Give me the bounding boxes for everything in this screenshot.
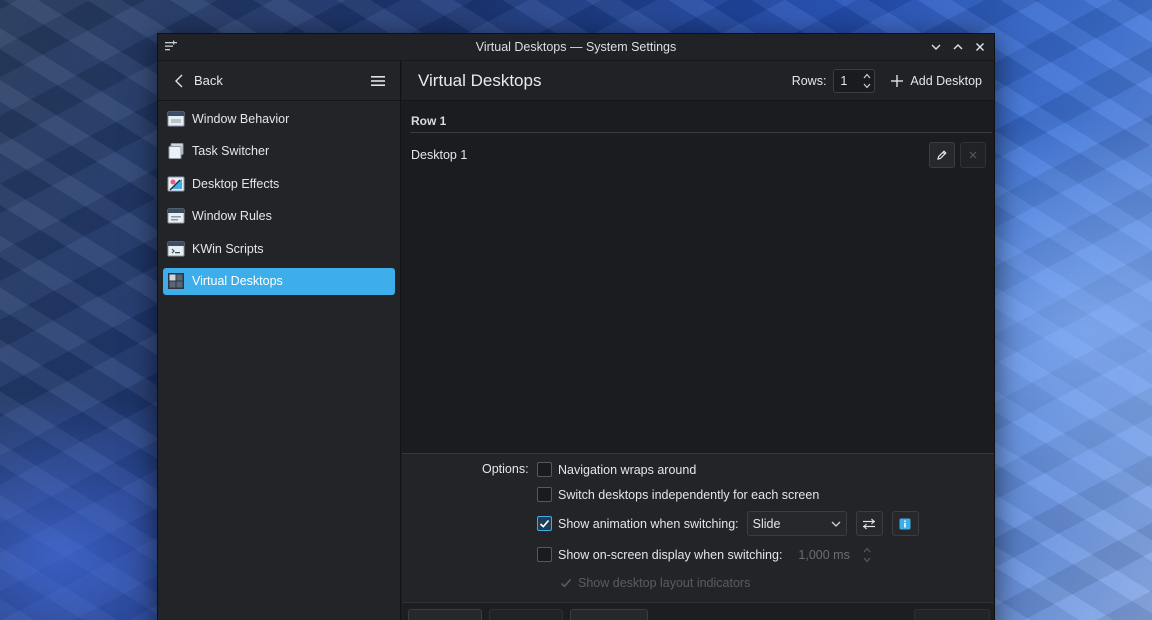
chevron-left-icon [175,74,183,87]
animation-settings-button[interactable] [855,511,883,536]
chevron-down-icon [831,521,841,527]
sliders-icon [863,518,876,529]
sidebar-item-label: Task Switcher [192,144,270,158]
rename-desktop-button[interactable] [929,142,955,168]
show-animation-checkbox[interactable] [537,516,552,531]
row-header: Row 1 [411,114,447,128]
close-button[interactable] [970,37,990,57]
nav-wraps-option[interactable]: Navigation wraps around [537,462,696,477]
options-label: Options: [482,462,529,476]
osd-duration-value: 1,000 ms [798,547,850,562]
window-behavior-icon [167,111,185,126]
spin-down-icon[interactable] [862,555,872,565]
rows-value: 1 [840,73,848,88]
reset-button[interactable] [570,609,648,620]
help-button[interactable] [408,609,482,620]
desktop-row[interactable]: Desktop 1 [411,141,986,169]
options-panel: Options: Navigation wraps around Switch … [402,453,994,620]
footer-bar [402,602,994,620]
checkmark-icon [560,578,572,588]
spin-down-icon[interactable] [862,81,872,91]
show-layout-indicators-label: Show desktop layout indicators [578,576,751,590]
show-animation-option[interactable]: Show animation when switching: Slide [537,511,919,536]
show-osd-checkbox[interactable] [537,547,552,562]
pencil-icon [937,150,947,160]
sidebar-item-kwin-scripts[interactable]: KWin Scripts [163,235,395,262]
osd-duration-spinbox[interactable]: 1,000 ms [792,545,872,565]
page-title: Virtual Desktops [418,70,542,90]
virtual-desktops-icon [168,273,184,289]
animation-info-button[interactable] [891,511,919,536]
remove-desktop-button[interactable] [960,142,986,168]
minimize-button[interactable] [926,37,946,57]
title-bar[interactable]: Virtual Desktops — System Settings [158,34,994,61]
apply-button[interactable] [914,609,990,620]
defaults-button[interactable] [489,609,563,620]
window-rules-icon [167,208,185,224]
show-osd-label: Show on-screen display when switching: [558,547,783,562]
desktop-name: Desktop 1 [411,148,468,162]
show-osd-option[interactable]: Show on-screen display when switching: 1… [537,547,872,562]
switch-independently-label: Switch desktops independently for each s… [558,487,820,502]
back-label: Back [194,73,223,88]
sidebar: Back Window Behavior Task Switcher Deskt… [158,61,401,620]
hamburger-icon [371,75,385,86]
show-animation-label: Show animation when switching: [558,516,739,531]
plus-icon [891,74,904,87]
sidebar-item-label: KWin Scripts [192,241,264,256]
nav-wraps-checkbox[interactable] [537,462,552,477]
switch-independently-checkbox[interactable] [537,487,552,502]
sidebar-item-window-behavior[interactable]: Window Behavior [163,105,395,132]
sidebar-item-label: Window Behavior [192,111,290,126]
kwin-scripts-icon [167,241,185,256]
animation-selected-value: Slide [752,516,781,531]
sidebar-nav: Window Behavior Task Switcher Desktop Ef… [158,101,400,304]
window-menu-icon[interactable] [164,39,178,53]
sidebar-item-task-switcher[interactable]: Task Switcher [163,138,395,165]
window-title: Virtual Desktops — System Settings [475,40,677,54]
sidebar-item-label: Desktop Effects [192,176,280,191]
sidebar-item-label: Virtual Desktops [192,274,283,288]
info-icon [899,518,911,529]
sidebar-item-desktop-effects[interactable]: Desktop Effects [163,170,395,197]
rows-label: Rows: [791,73,827,88]
rows-spinbox[interactable]: 1 [833,68,876,93]
checkmark-icon [539,519,550,528]
desktop-list: Row 1 Desktop 1 [402,101,994,453]
nav-wraps-label: Navigation wraps around [558,462,697,477]
task-switcher-icon [168,143,184,159]
maximize-button[interactable] [948,37,968,57]
row-divider [410,132,992,133]
animation-select[interactable]: Slide [746,511,847,536]
sidebar-item-label: Window Rules [192,209,272,223]
add-desktop-button[interactable]: Add Desktop [890,74,982,88]
close-icon [969,151,977,159]
switch-independently-option[interactable]: Switch desktops independently for each s… [537,487,819,502]
spin-up-icon[interactable] [862,71,872,81]
main-panel: Virtual Desktops Rows: 1 Add Desktop Row… [402,61,994,620]
hamburger-menu-button[interactable] [368,71,388,91]
sidebar-item-window-rules[interactable]: Window Rules [163,203,395,230]
chevron-up-icon [953,44,963,50]
system-settings-window: Virtual Desktops — System Settings Back [157,33,995,620]
sidebar-item-virtual-desktops[interactable]: Virtual Desktops [163,267,395,295]
chevron-down-icon [931,44,941,50]
spin-up-icon[interactable] [862,545,872,555]
add-desktop-label: Add Desktop [910,73,982,88]
close-icon [976,43,984,51]
page-header: Virtual Desktops Rows: 1 Add Desktop [402,61,994,101]
back-button[interactable]: Back [172,73,223,89]
show-layout-indicators-option[interactable]: Show desktop layout indicators [560,576,750,590]
desktop-effects-icon [167,176,185,191]
